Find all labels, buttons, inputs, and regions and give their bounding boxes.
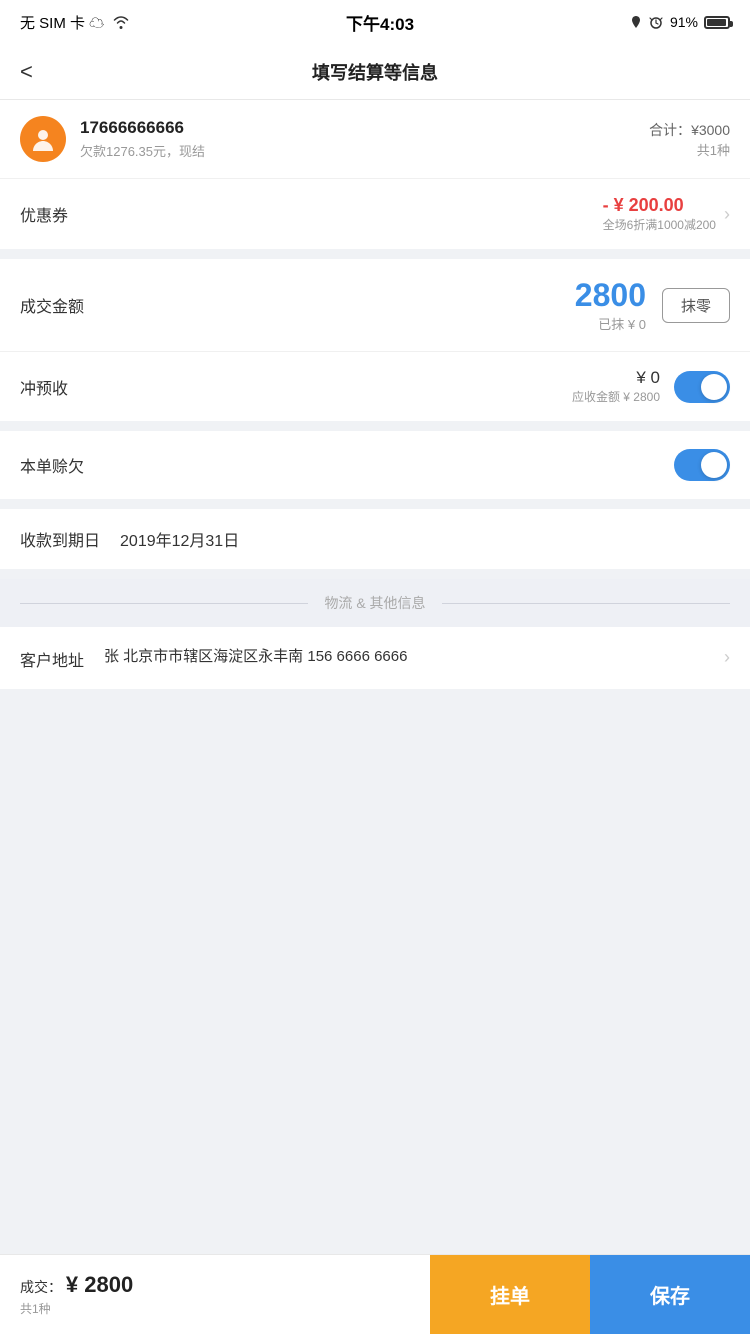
amount-label: 成交金额 (20, 293, 84, 317)
prepaid-amount: ¥ 0 (572, 368, 660, 388)
customer-row: 17666666666 欠款1276.35元，现结 合计：¥3000 共1种 (0, 100, 750, 178)
coupon-label: 优惠券 (20, 202, 68, 226)
logistics-divider: 物流 & 其他信息 (0, 579, 750, 627)
nav-bar: < 填写结算等信息 (0, 44, 750, 100)
save-button[interactable]: 保存 (590, 1255, 750, 1334)
prepaid-sub: 应收金额 ¥ 2800 (572, 388, 660, 405)
bottom-deal: 成交： ¥ 2800 (20, 1272, 410, 1298)
status-time: 下午4:03 (346, 10, 414, 35)
status-left: 无 SIM 卡 ☁ (20, 12, 130, 33)
no-sim-label: 无 SIM 卡 ☁ (20, 12, 104, 33)
coupon-right: - ¥ 200.00 全场6折满1000减200 › (603, 195, 730, 233)
duedate-row: 收款到期日 2019年12月31日 (20, 527, 730, 551)
prepaid-toggle[interactable] (674, 371, 730, 403)
divider-line-left (20, 603, 308, 604)
round-button[interactable]: 抹零 (662, 288, 730, 323)
address-section[interactable]: 客户地址 张 北京市市辖区海淀区永丰南 156 6666 6666 › (0, 627, 750, 689)
customer-section: 17666666666 欠款1276.35元，现结 合计：¥3000 共1种 优… (0, 100, 750, 249)
debt-label: 本单赊欠 (20, 453, 84, 477)
total-count: 共1种 (649, 140, 730, 159)
customer-info: 17666666666 欠款1276.35元，现结 (80, 118, 205, 160)
back-button[interactable]: < (12, 51, 41, 93)
avatar (20, 116, 66, 162)
prepaid-label: 冲预收 (20, 375, 68, 399)
debt-toggle-knob (701, 452, 727, 478)
address-label: 客户地址 (20, 647, 84, 671)
address-value: 张 北京市市辖区海淀区永丰南 156 6666 6666 (104, 645, 714, 669)
customer-left: 17666666666 欠款1276.35元，现结 (20, 116, 205, 162)
duedate-section: 收款到期日 2019年12月31日 (0, 509, 750, 569)
battery-icon (704, 16, 730, 29)
customer-phone: 17666666666 (80, 118, 205, 138)
prepaid-right: ¥ 0 应收金额 ¥ 2800 (572, 368, 730, 405)
coupon-row[interactable]: 优惠券 - ¥ 200.00 全场6折满1000减200 › (0, 178, 750, 249)
bottom-deal-amount: ¥ 2800 (66, 1272, 133, 1297)
bottom-summary: 成交： ¥ 2800 共1种 (0, 1272, 430, 1317)
coupon-desc: 全场6折满1000减200 (603, 216, 716, 233)
bottom-count: 共1种 (20, 1300, 410, 1317)
customer-sub: 欠款1276.35元，现结 (80, 141, 205, 160)
amount-right: 2800 已抹 ¥ 0 抹零 (575, 277, 730, 333)
duedate-value: 2019年12月31日 (120, 527, 239, 551)
address-chevron-icon: › (724, 647, 730, 668)
wifi-icon (112, 15, 130, 29)
amount-row: 成交金额 2800 已抹 ¥ 0 抹零 (0, 259, 750, 351)
page-title: 填写结算等信息 (312, 59, 438, 85)
amount-sub: 已抹 ¥ 0 (575, 314, 646, 333)
status-bar: 无 SIM 卡 ☁ 下午4:03 91% (0, 0, 750, 44)
duedate-label: 收款到期日 (20, 527, 100, 551)
avatar-icon (29, 125, 57, 153)
hold-button[interactable]: 挂单 (430, 1255, 590, 1334)
total-label: 合计：¥3000 (649, 120, 730, 140)
divider-line-right (442, 603, 730, 604)
battery-percent: 91% (670, 14, 698, 30)
prepaid-amount-block: ¥ 0 应收金额 ¥ 2800 (572, 368, 660, 405)
prepaid-row: 冲预收 ¥ 0 应收金额 ¥ 2800 (0, 351, 750, 421)
bottom-deal-label: 成交： (20, 1279, 62, 1295)
coupon-discount: - ¥ 200.00 (603, 195, 716, 216)
location-icon (630, 15, 642, 29)
customer-right: 合计：¥3000 共1种 (649, 120, 730, 159)
status-right: 91% (630, 14, 730, 30)
amount-section: 成交金额 2800 已抹 ¥ 0 抹零 冲预收 ¥ 0 应收金额 ¥ 2800 (0, 259, 750, 421)
alarm-icon (648, 15, 664, 29)
bottom-bar: 成交： ¥ 2800 共1种 挂单 保存 (0, 1254, 750, 1334)
coupon-chevron-icon: › (724, 204, 730, 225)
debt-toggle[interactable] (674, 449, 730, 481)
toggle-knob (701, 374, 727, 400)
gray-fill-area (0, 699, 750, 859)
divider-text: 物流 & 其他信息 (308, 593, 441, 613)
debt-section: 本单赊欠 (0, 431, 750, 499)
amount-value: 2800 (575, 277, 646, 314)
